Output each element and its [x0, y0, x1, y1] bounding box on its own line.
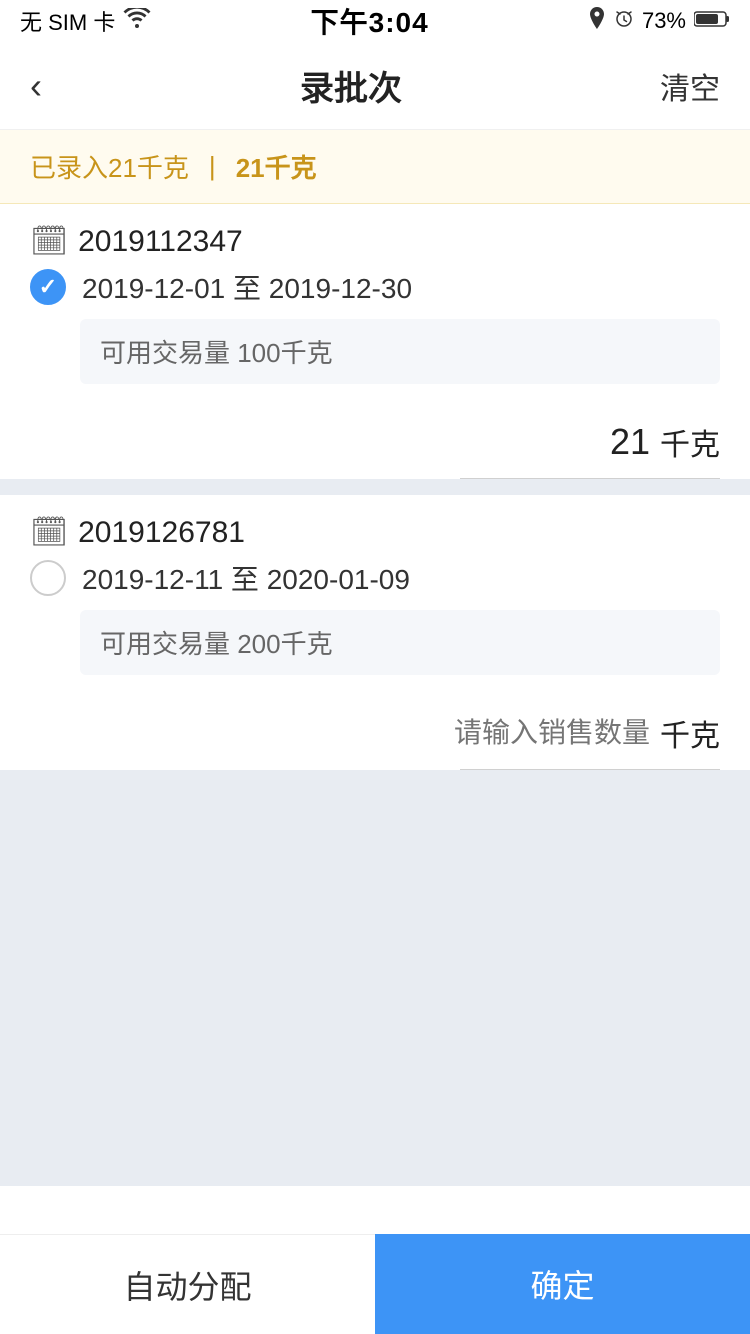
- check-icon: ✓: [39, 274, 57, 300]
- summary-divider: |: [209, 151, 216, 182]
- section-separator-1: [0, 479, 750, 495]
- batch-item-1: 🗓 2019112347 ✓ 2019-12-01 至 2019-12-30 可…: [0, 204, 750, 400]
- batch-1-quantity-row: 21 千克: [0, 400, 750, 478]
- batch-1-quantity: 21: [610, 421, 650, 463]
- section-separator-2: [0, 770, 750, 786]
- recorded-label: 已录入21千克: [30, 148, 189, 185]
- status-left: 无 SIM 卡: [20, 5, 151, 37]
- alarm-icon: [614, 8, 634, 34]
- back-button[interactable]: ‹: [30, 65, 42, 107]
- batch-1-row[interactable]: ✓ 2019-12-01 至 2019-12-30: [30, 267, 720, 307]
- battery-icon: [694, 8, 730, 34]
- batch-2-icon: 🗓: [30, 515, 68, 550]
- nav-bar: ‹ 录批次 清空: [0, 42, 750, 130]
- batch-1-date: 2019-12-01 至 2019-12-30: [82, 267, 412, 307]
- wifi-icon: [123, 8, 151, 34]
- sim-label: 无 SIM 卡: [20, 5, 115, 37]
- page-title: 录批次: [300, 61, 402, 110]
- batch-1-available: 可用交易量 100千克: [80, 319, 720, 384]
- batch-2-quantity-input[interactable]: [450, 717, 650, 749]
- summary-banner: 已录入21千克 | 21千克: [0, 130, 750, 204]
- batch-1-radio[interactable]: ✓: [30, 269, 66, 305]
- location-icon: [588, 7, 606, 35]
- batch-item-2: 🗓 2019126781 2019-12-11 至 2020-01-09 可用交…: [0, 495, 750, 691]
- bottom-bar: 自动分配 确定: [0, 1234, 750, 1334]
- confirm-button[interactable]: 确定: [375, 1234, 750, 1334]
- battery-label: 73%: [642, 8, 686, 34]
- batch-1-number: 2019112347: [78, 225, 243, 259]
- summary-value: 21千克: [236, 148, 317, 185]
- batch-1-unit: 千克: [660, 420, 720, 464]
- batch-2-date: 2019-12-11 至 2020-01-09: [82, 558, 410, 598]
- clear-button[interactable]: 清空: [660, 64, 720, 108]
- batch-2-input-row: 千克: [0, 691, 750, 769]
- batch-2-row[interactable]: 2019-12-11 至 2020-01-09: [30, 558, 720, 598]
- status-time: 下午3:04: [311, 1, 429, 41]
- batch-2-available: 可用交易量 200千克: [80, 610, 720, 675]
- status-right: 73%: [588, 7, 730, 35]
- empty-area: [0, 786, 750, 1186]
- status-bar: 无 SIM 卡 下午3:04 73%: [0, 0, 750, 42]
- batch-2-available-wrapper: 可用交易量 200千克: [30, 610, 720, 691]
- auto-distribute-button[interactable]: 自动分配: [0, 1234, 375, 1334]
- batch-1-header: 🗓 2019112347: [30, 224, 720, 259]
- batch-1-available-wrapper: 可用交易量 100千克: [30, 319, 720, 400]
- batch-1-icon: 🗓: [30, 224, 68, 259]
- batch-2-radio[interactable]: [30, 560, 66, 596]
- batch-2-unit: 千克: [660, 711, 720, 755]
- batch-2-header: 🗓 2019126781: [30, 515, 720, 550]
- batch-2-number: 2019126781: [78, 516, 245, 550]
